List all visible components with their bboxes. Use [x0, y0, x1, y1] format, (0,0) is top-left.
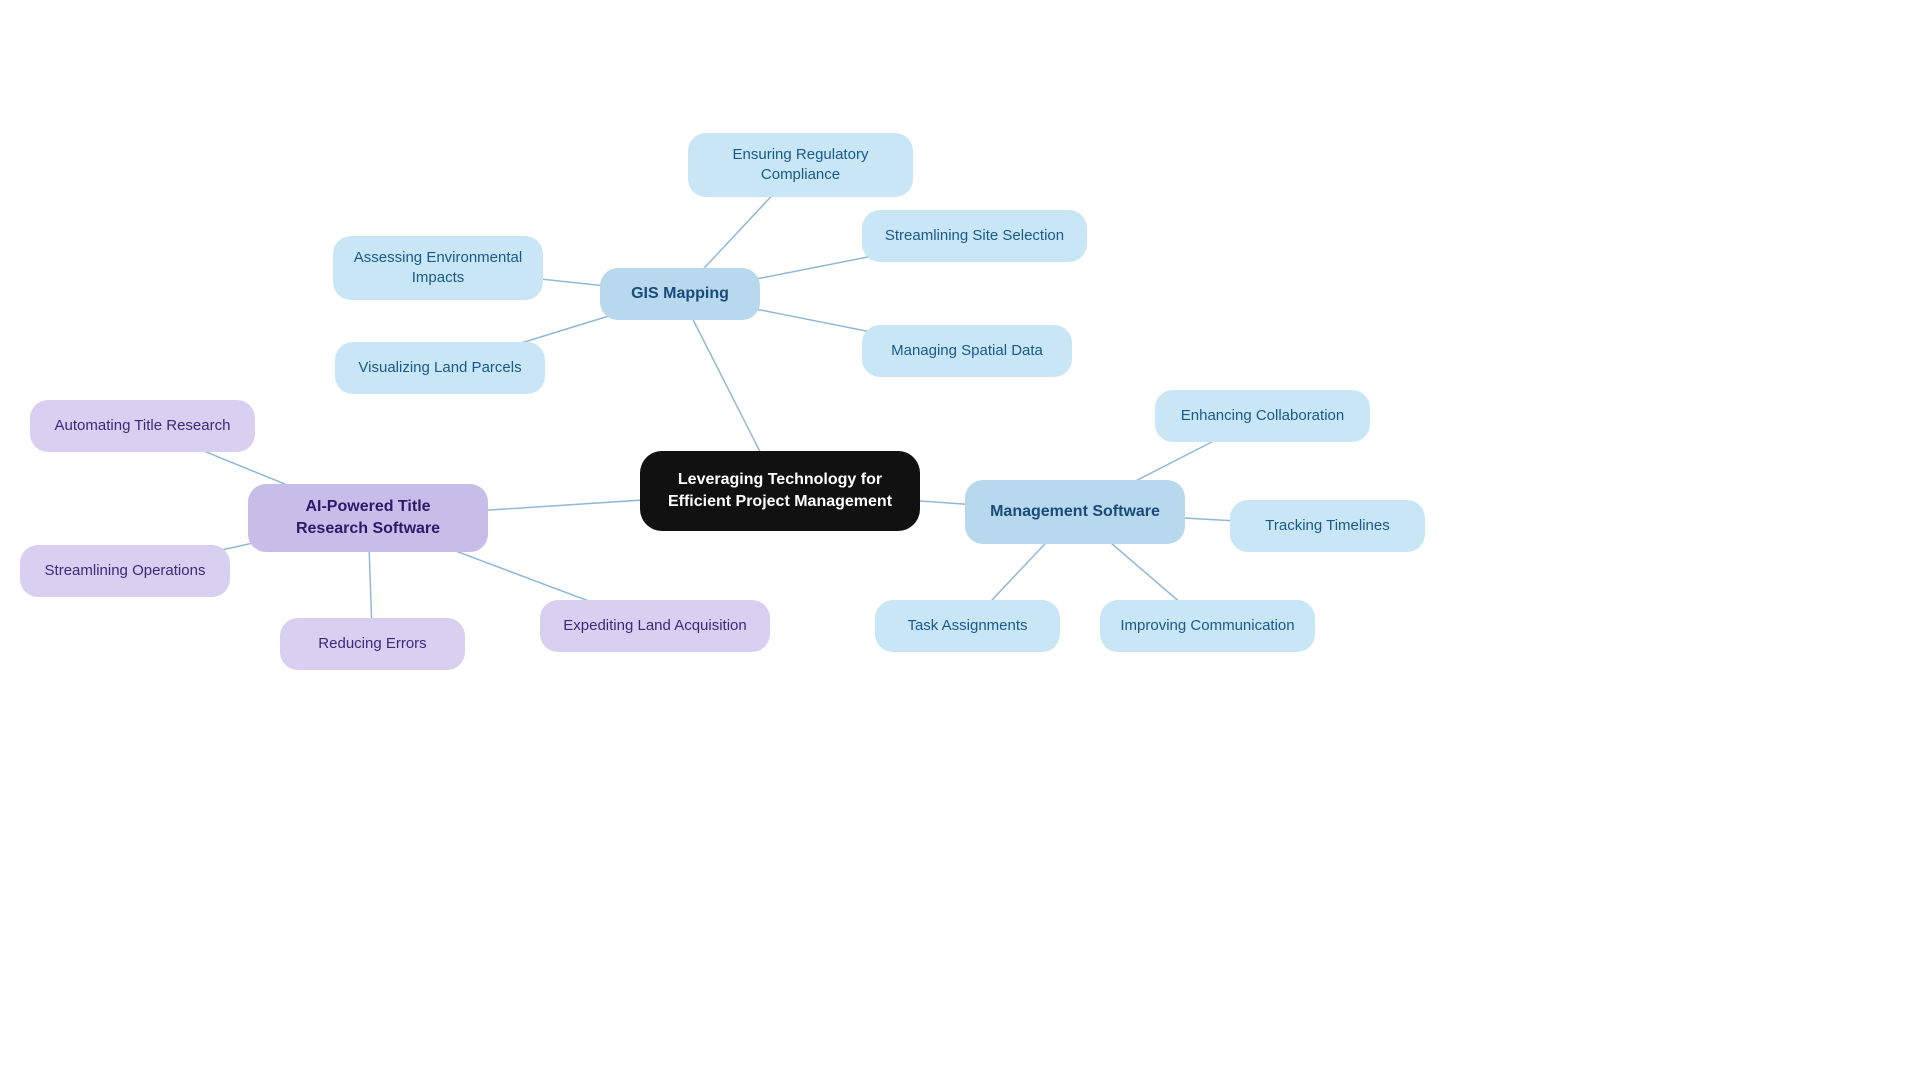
node-ai-title: AI-Powered Title Research Software	[248, 484, 488, 552]
node-reducing-errors: Reducing Errors	[280, 618, 465, 670]
node-automating-title: Automating Title Research	[30, 400, 255, 452]
node-improving-comm: Improving Communication	[1100, 600, 1315, 652]
mind-map-diagram: Leveraging Technology for Efficient Proj…	[0, 0, 1920, 1083]
node-task-assignments: Task Assignments	[875, 600, 1060, 652]
node-managing-spatial: Managing Spatial Data	[862, 325, 1072, 377]
node-management-software: Management Software	[965, 480, 1185, 544]
node-streamlining-ops: Streamlining Operations	[20, 545, 230, 597]
node-assessing-environmental: Assessing Environmental Impacts	[333, 236, 543, 300]
node-gis-mapping: GIS Mapping	[600, 268, 760, 320]
node-streamlining-site: Streamlining Site Selection	[862, 210, 1087, 262]
node-visualizing-land: Visualizing Land Parcels	[335, 342, 545, 394]
node-enhancing-collab: Enhancing Collaboration	[1155, 390, 1370, 442]
node-tracking-timelines: Tracking Timelines	[1230, 500, 1425, 552]
center-node: Leveraging Technology for Efficient Proj…	[640, 451, 920, 531]
node-ensuring-regulatory: Ensuring Regulatory Compliance	[688, 133, 913, 197]
node-expediting-land: Expediting Land Acquisition	[540, 600, 770, 652]
